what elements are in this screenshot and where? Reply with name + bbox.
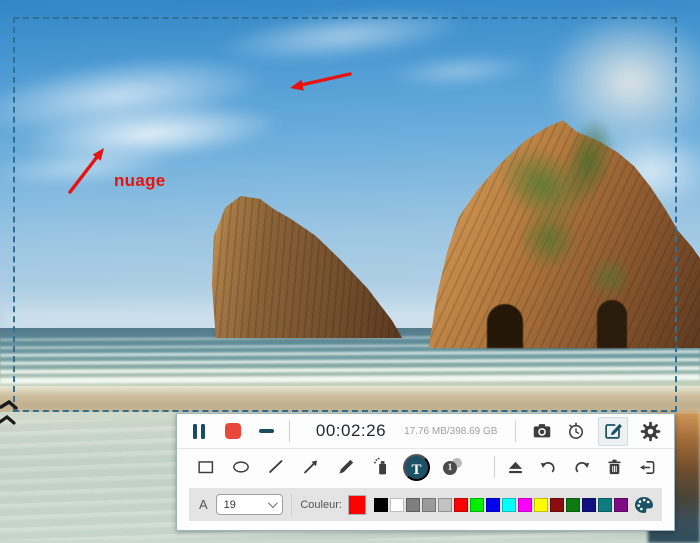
trash-icon <box>607 459 621 474</box>
birds-icon <box>0 399 18 425</box>
undo-icon <box>540 461 555 472</box>
snapshot-button[interactable] <box>530 418 554 444</box>
rectangle-tool-button[interactable] <box>193 454 219 480</box>
stop-record-button[interactable] <box>221 418 245 444</box>
delete-annotations-button[interactable] <box>601 454 627 480</box>
divider <box>515 420 517 442</box>
recording-region-border[interactable] <box>13 17 677 412</box>
ellipse-icon <box>233 461 249 473</box>
color-swatch[interactable] <box>550 497 564 512</box>
color-swatch[interactable] <box>374 497 388 512</box>
minus-icon <box>259 429 275 433</box>
recording-timer: 00:02:26 <box>315 421 387 440</box>
color-swatch[interactable] <box>502 497 516 512</box>
rectangle-icon <box>198 461 214 474</box>
exit-icon <box>639 460 654 474</box>
color-label: Couleur: <box>300 498 342 511</box>
recorder-toolbar-panel: 00:02:26 17.76 MB/398.69 GB T 1 A 19 Cou… <box>176 413 675 531</box>
edit-annotate-button[interactable] <box>598 416 629 446</box>
color-swatch[interactable] <box>598 497 612 512</box>
edit-pencil-icon <box>605 423 623 439</box>
font-letter-label: A <box>199 497 208 512</box>
gear-icon <box>640 421 660 441</box>
clock-icon <box>569 422 584 439</box>
step-number-tool-button[interactable]: 1 <box>439 454 465 480</box>
redo-button[interactable] <box>568 454 594 480</box>
airbrush-icon <box>374 457 387 475</box>
color-swatch[interactable] <box>406 497 420 512</box>
text-tool-button[interactable]: T <box>403 453 430 481</box>
pause-button[interactable] <box>187 418 211 444</box>
step-number-icon: 1 <box>440 455 464 479</box>
eraser-icon <box>508 461 522 473</box>
color-swatch[interactable] <box>614 497 628 512</box>
color-swatch[interactable] <box>534 497 548 512</box>
divider <box>288 420 290 442</box>
color-swatch[interactable] <box>486 497 500 512</box>
recorder-control-row: 00:02:26 17.76 MB/398.69 GB <box>177 414 674 448</box>
eraser-button[interactable] <box>502 454 528 480</box>
draw-tools-row: T 1 <box>177 449 674 485</box>
divider <box>494 456 495 478</box>
font-size-dropdown[interactable]: 19 <box>215 494 284 515</box>
screen-recorder-overlay: nuage 00:02:26 17.76 MB/398.69 GB T 1 A … <box>0 0 700 543</box>
pen-icon <box>339 459 354 474</box>
divider <box>291 493 293 516</box>
exit-edit-button[interactable] <box>634 454 660 480</box>
airbrush-tool-button[interactable] <box>368 454 394 480</box>
color-swatch[interactable] <box>470 497 484 512</box>
more-colors-button[interactable] <box>632 492 656 518</box>
record-length-button[interactable] <box>564 418 588 444</box>
redo-icon <box>574 461 589 472</box>
font-size-value: 19 <box>223 498 236 511</box>
camera-icon <box>534 424 551 438</box>
minimize-button[interactable] <box>255 418 279 444</box>
line-icon <box>269 460 283 473</box>
line-tool-button[interactable] <box>263 454 289 480</box>
palette-icon <box>635 496 653 513</box>
arrow-icon <box>304 460 318 474</box>
undo-button[interactable] <box>535 454 561 480</box>
color-swatch[interactable] <box>422 497 436 512</box>
color-swatch[interactable] <box>454 497 468 512</box>
pen-tool-button[interactable] <box>333 454 359 480</box>
color-swatch[interactable] <box>582 497 596 512</box>
color-swatch[interactable] <box>518 497 532 512</box>
color-swatch[interactable] <box>390 497 404 512</box>
arrow-tool-button[interactable] <box>298 454 324 480</box>
text-tool-glyph: T <box>411 461 422 478</box>
color-swatch[interactable] <box>566 497 580 512</box>
color-swatch[interactable] <box>438 497 452 512</box>
pause-icon <box>192 423 205 439</box>
color-swatch-strip <box>374 497 628 512</box>
chevron-down-icon <box>268 498 279 509</box>
settings-button[interactable] <box>638 418 662 444</box>
annotation-text: nuage <box>114 171 166 190</box>
ellipse-tool-button[interactable] <box>228 454 254 480</box>
storage-indicator: 17.76 MB/398.69 GB <box>404 425 498 437</box>
current-color-swatch[interactable] <box>347 494 366 515</box>
text-options-row: A 19 Couleur: <box>189 488 662 521</box>
stop-icon <box>224 423 241 439</box>
